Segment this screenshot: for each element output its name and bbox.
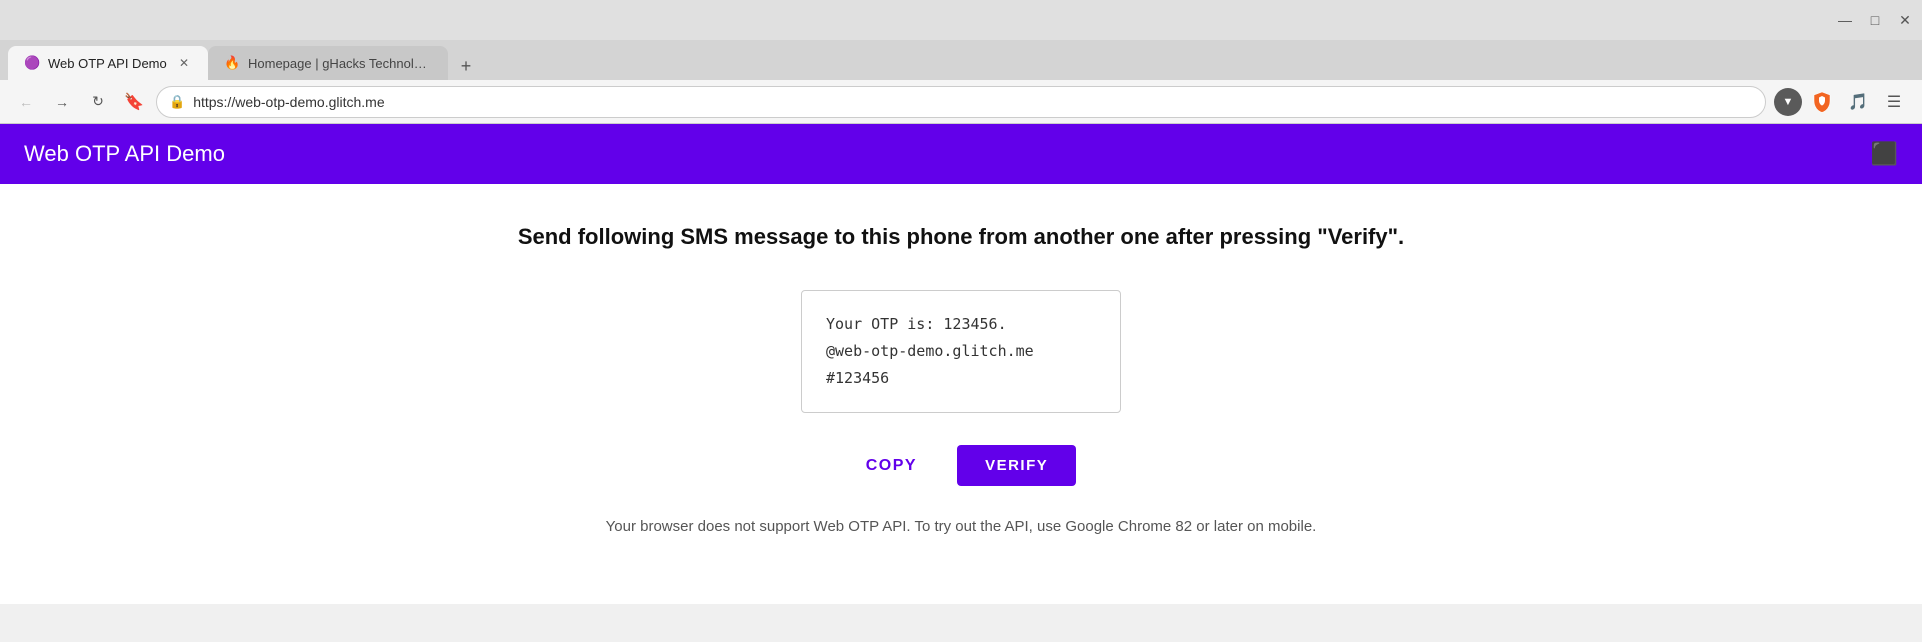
url-bar[interactable]: 🔒 https://web-otp-demo.glitch.me [156,86,1766,118]
tab-title-1: Web OTP API Demo [48,56,168,71]
bookmark-button[interactable]: 🔖 [120,88,148,116]
address-bar-right: ▼ 🎵 ☰ [1774,86,1910,118]
address-bar: ← → ↻ 🔖 🔒 https://web-otp-demo.glitch.me… [0,80,1922,124]
forward-button[interactable]: → [48,88,76,116]
tab-ghacks[interactable]: 🔥 Homepage | gHacks Technology News [208,46,448,80]
media-button[interactable]: 🎵 [1842,86,1874,118]
install-app-icon[interactable]: ⬛ [1871,141,1898,167]
new-tab-button[interactable]: + [452,52,480,80]
app-header-title: Web OTP API Demo [24,141,225,167]
browser-window: — □ ✕ 🟣 Web OTP API Demo ✕ 🔥 Homepage | … [0,0,1922,604]
reload-button[interactable]: ↻ [84,88,112,116]
brave-shield-button[interactable] [1806,86,1838,118]
tab-favicon-1: 🟣 [24,55,40,71]
sms-message-box: Your OTP is: 123456. @web-otp-demo.glitc… [801,290,1121,413]
app-header: Web OTP API Demo ⬛ [0,124,1922,184]
url-text: https://web-otp-demo.glitch.me [193,94,384,110]
close-button[interactable]: ✕ [1896,11,1914,29]
copy-button[interactable]: COPY [846,447,937,485]
verify-button[interactable]: VERIFY [957,445,1076,486]
sms-line-1: Your OTP is: 123456. [826,311,1096,338]
maximize-button[interactable]: □ [1866,11,1884,29]
tab-bar: 🟣 Web OTP API Demo ✕ 🔥 Homepage | gHacks… [0,40,1922,80]
action-buttons: COPY VERIFY [846,445,1077,486]
window-controls: — □ ✕ [1836,11,1914,29]
instruction-text: Send following SMS message to this phone… [518,224,1404,250]
title-bar: — □ ✕ [0,0,1922,40]
minimize-button[interactable]: — [1836,11,1854,29]
sms-line-2: @web-otp-demo.glitch.me #123456 [826,338,1096,392]
lock-icon: 🔒 [169,94,185,110]
tab-favicon-2: 🔥 [224,55,240,71]
page-content: Send following SMS message to this phone… [0,184,1922,604]
tab-close-1[interactable]: ✕ [176,55,192,71]
brave-profile-button[interactable]: ▼ [1774,88,1802,116]
support-text: Your browser does not support Web OTP AP… [606,518,1317,535]
tab-web-otp[interactable]: 🟣 Web OTP API Demo ✕ [8,46,208,80]
tab-title-2: Homepage | gHacks Technology News [248,56,432,71]
menu-button[interactable]: ☰ [1878,86,1910,118]
back-button[interactable]: ← [12,88,40,116]
